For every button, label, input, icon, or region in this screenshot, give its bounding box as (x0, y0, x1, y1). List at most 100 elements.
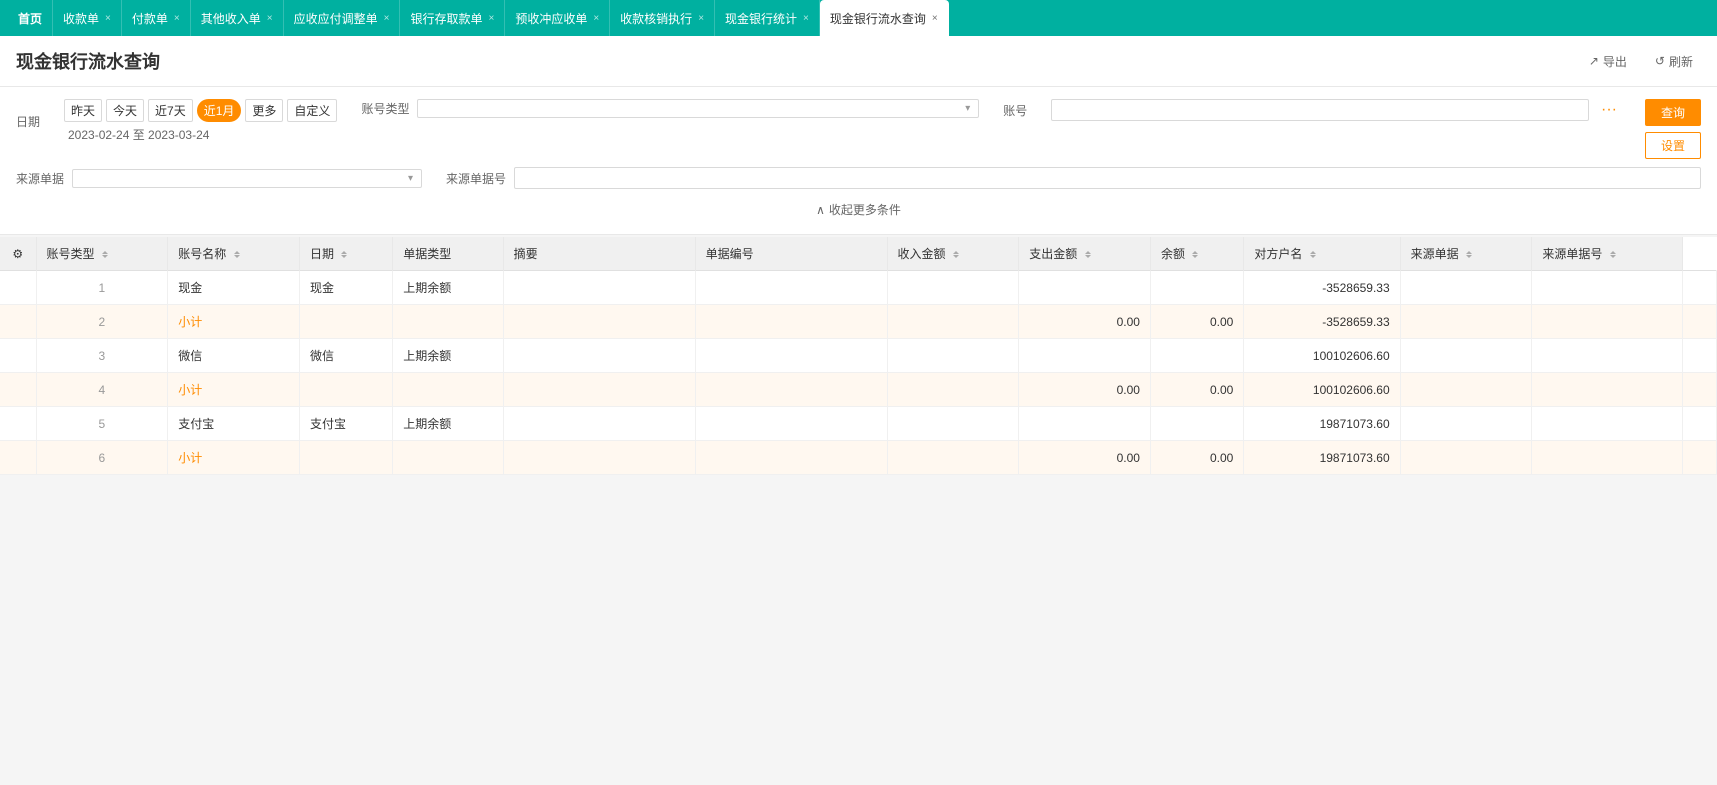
col-date[interactable]: 日期 (299, 237, 392, 271)
nav-label-receipt: 收款单 (63, 10, 99, 27)
table-cell (695, 339, 887, 373)
nav-item-home[interactable]: 首页 (8, 0, 53, 36)
nav-item-cash-stats[interactable]: 现金银行统计 × (715, 0, 820, 36)
collapse-button[interactable]: ∧ 收起更多条件 (816, 201, 901, 218)
nav-item-receipt[interactable]: 收款单 × (53, 0, 122, 36)
table-cell (1400, 339, 1532, 373)
sort-icon-account-type (102, 251, 108, 258)
table-cell (1400, 407, 1532, 441)
col-doc-no[interactable]: 单据编号 (695, 237, 887, 271)
nav-item-payment[interactable]: 付款单 × (122, 0, 191, 36)
dropdown-arrow-icon: ▾ (965, 103, 970, 114)
table-cell: 微信 (299, 339, 392, 373)
table-cell (503, 407, 695, 441)
table-cell (1019, 271, 1151, 305)
col-expense[interactable]: 支出金额 (1019, 237, 1151, 271)
date-btn-more[interactable]: 更多 (245, 99, 283, 122)
col-balance[interactable]: 余额 (1150, 237, 1243, 271)
col-counterpart[interactable]: 对方户名 (1244, 237, 1400, 271)
close-icon[interactable]: × (488, 13, 494, 24)
date-btn-7days[interactable]: 近7天 (148, 99, 193, 122)
date-btn-1month[interactable]: 近1月 (197, 99, 242, 122)
table-cell: 上期余额 (393, 407, 503, 441)
collapse-row: ∧ 收起更多条件 (16, 197, 1701, 222)
table-row[interactable]: 1现金现金上期余额-3528659.33 (0, 271, 1717, 305)
date-btn-yesterday[interactable]: 昨天 (64, 99, 102, 122)
table-cell: 小计 (168, 305, 300, 339)
table-row[interactable]: 3微信微信上期余额100102606.60 (0, 339, 1717, 373)
table-cell (887, 339, 1019, 373)
nav-item-verify[interactable]: 收款核销执行 × (610, 0, 715, 36)
nav-item-other-income[interactable]: 其他收入单 × (191, 0, 284, 36)
close-icon[interactable]: × (384, 13, 390, 24)
source-doc-filter: 来源单据 ▾ (16, 169, 422, 188)
settings-button[interactable]: 设置 (1645, 132, 1701, 159)
table-cell: 上期余额 (393, 339, 503, 373)
data-table: ⚙ 账号类型 账号名称 日期 单据类型 摘要 (0, 237, 1717, 475)
close-icon[interactable]: × (593, 13, 599, 24)
table-cell (887, 305, 1019, 339)
table-row[interactable]: 5支付宝支付宝上期余额19871073.60 (0, 407, 1717, 441)
table-cell: 100102606.60 (1244, 373, 1400, 407)
col-income[interactable]: 收入金额 (887, 237, 1019, 271)
account-input[interactable] (1051, 99, 1589, 121)
query-button[interactable]: 查询 (1645, 99, 1701, 126)
col-doc-type-label: 单据类型 (403, 247, 451, 261)
nav-item-prepay[interactable]: 预收冲应收单 × (505, 0, 610, 36)
close-icon[interactable]: × (698, 13, 704, 24)
date-btn-custom[interactable]: 自定义 (287, 99, 337, 122)
col-source-doc[interactable]: 来源单据 (1400, 237, 1532, 271)
sort-icon-balance (1192, 251, 1198, 258)
source-doc-label: 来源单据 (16, 170, 64, 187)
table-cell (695, 407, 887, 441)
cell-settings (0, 305, 36, 339)
nav-item-bank-deposit[interactable]: 银行存取款单 × (400, 0, 505, 36)
account-type-select[interactable]: ▾ (417, 99, 979, 118)
table-cell (299, 373, 392, 407)
table-cell (503, 373, 695, 407)
table-cell (1683, 305, 1717, 339)
close-icon[interactable]: × (267, 13, 273, 24)
table-cell: 0.00 (1150, 305, 1243, 339)
table-cell: 0.00 (1019, 373, 1151, 407)
table-cell: 上期余额 (393, 271, 503, 305)
source-doc-select[interactable]: ▾ (72, 169, 422, 188)
cell-settings (0, 373, 36, 407)
table-cell (1150, 271, 1243, 305)
table-cell: 0.00 (1019, 441, 1151, 475)
table-cell (1532, 305, 1683, 339)
col-settings[interactable]: ⚙ (0, 237, 36, 271)
table-cell (1019, 407, 1151, 441)
table-row[interactable]: 2小计0.000.00-3528659.33 (0, 305, 1717, 339)
close-icon[interactable]: × (803, 13, 809, 24)
table-row[interactable]: 6小计0.000.0019871073.60 (0, 441, 1717, 475)
close-icon[interactable]: × (174, 13, 180, 24)
table-cell: 19871073.60 (1244, 441, 1400, 475)
table-cell (393, 305, 503, 339)
source-doc-no-input[interactable] (514, 167, 1701, 189)
gear-icon[interactable]: ⚙ (12, 247, 23, 261)
table-cell (1683, 407, 1717, 441)
table-cell: 小计 (168, 373, 300, 407)
date-btn-today[interactable]: 今天 (106, 99, 144, 122)
table-cell (695, 305, 887, 339)
close-icon[interactable]: × (105, 13, 111, 24)
nav-item-adjustment[interactable]: 应收应付调整单 × (284, 0, 401, 36)
sort-icon-source-doc (1466, 251, 1472, 258)
col-summary[interactable]: 摘要 (503, 237, 695, 271)
col-account-name[interactable]: 账号名称 (168, 237, 300, 271)
table-row[interactable]: 4小计0.000.00100102606.60 (0, 373, 1717, 407)
table-cell (1400, 373, 1532, 407)
col-doc-no-label: 单据编号 (706, 247, 754, 261)
export-icon: ↗ (1589, 54, 1599, 68)
refresh-button[interactable]: ↺ 刷新 (1647, 49, 1701, 74)
col-account-type[interactable]: 账号类型 (36, 237, 168, 271)
dots-button[interactable]: ··· (1597, 101, 1621, 119)
nav-item-cash-flow[interactable]: 现金银行流水查询 × (820, 0, 949, 36)
export-button[interactable]: ↗ 导出 (1581, 49, 1635, 74)
col-source-doc-no[interactable]: 来源单据号 (1532, 237, 1683, 271)
sort-icon-expense (1085, 251, 1091, 258)
table-cell (887, 373, 1019, 407)
col-doc-type[interactable]: 单据类型 (393, 237, 503, 271)
close-icon[interactable]: × (932, 13, 938, 24)
